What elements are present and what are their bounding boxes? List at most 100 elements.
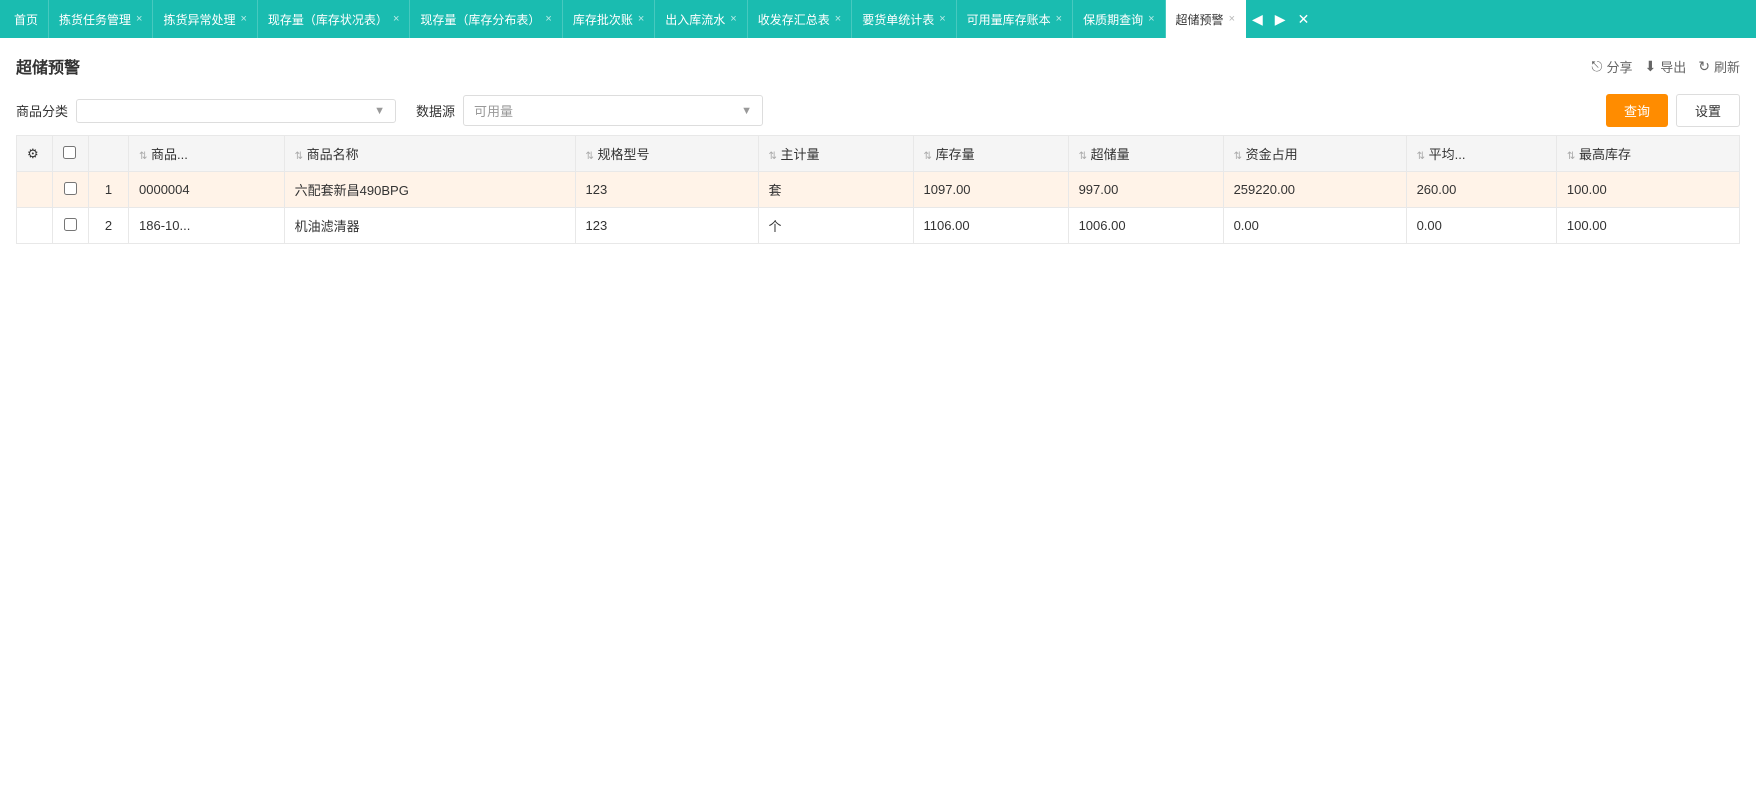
close-icon[interactable]: ×: [1056, 13, 1062, 25]
close-icon[interactable]: ×: [730, 13, 736, 25]
category-filter-item: 商品分类 ▼: [16, 99, 396, 123]
nav-tab-task-mgmt[interactable]: 拣货任务管理 ×: [49, 0, 153, 38]
row-product-name: 六配套新昌490BPG: [284, 172, 575, 208]
sort-icon: ⇅: [1079, 151, 1087, 162]
nav-tab-order-stats[interactable]: 要货单统计表 ×: [852, 0, 956, 38]
row-number: 2: [89, 208, 129, 244]
page-title: 超储预警: [16, 54, 80, 78]
close-icon[interactable]: ×: [240, 13, 246, 25]
row-stock: 1106.00: [913, 208, 1068, 244]
row-spec: 123: [575, 208, 758, 244]
table-header-capital[interactable]: ⇅ 资金占用: [1223, 136, 1406, 172]
datasource-label: 数据源: [416, 101, 455, 120]
row-max-stock: 100.00: [1556, 172, 1739, 208]
datasource-filter-item: 数据源 可用量 ▼: [416, 95, 763, 126]
table-header-gear[interactable]: ⚙: [17, 136, 53, 172]
row-checkbox-cell[interactable]: [53, 172, 89, 208]
header-actions: ⎋ 分享 ⬇ 导出 ↻ 刷新: [1591, 57, 1740, 76]
category-select[interactable]: ▼: [76, 99, 396, 123]
row-unit: 个: [758, 208, 913, 244]
close-icon[interactable]: ×: [939, 13, 945, 25]
sort-icon: ⇅: [1567, 151, 1575, 162]
nav-tab-batch-account[interactable]: 库存批次账 ×: [563, 0, 655, 38]
export-button[interactable]: ⬇ 导出: [1645, 57, 1687, 76]
export-icon: ⬇: [1645, 58, 1657, 75]
close-icon[interactable]: ×: [136, 13, 142, 25]
row-capital: 0.00: [1223, 208, 1406, 244]
table-row: 2 186-10... 机油滤清器 123 个 1106.00 1006.00 …: [17, 208, 1740, 244]
nav-tab-home[interactable]: 首页: [4, 0, 49, 38]
table-row: 1 0000004 六配套新昌490BPG 123 套 1097.00 997.…: [17, 172, 1740, 208]
nav-arrow-left[interactable]: ◀: [1246, 0, 1269, 38]
chevron-down-icon: ▼: [374, 105, 385, 117]
gear-icon: ⚙: [27, 146, 39, 161]
row-checkbox-cell[interactable]: [53, 208, 89, 244]
datasource-select-value: 可用量: [474, 101, 513, 120]
table-header-max-stock[interactable]: ⇅ 最高库存: [1556, 136, 1739, 172]
row-stock: 1097.00: [913, 172, 1068, 208]
row-checkbox[interactable]: [64, 182, 77, 195]
nav-tab-quality-check[interactable]: 保质期查询 ×: [1073, 0, 1165, 38]
table-header-overstock[interactable]: ⇅ 超储量: [1068, 136, 1223, 172]
filter-row: 商品分类 ▼ 数据源 可用量 ▼ 查询 设置: [16, 94, 1740, 127]
row-overstock: 1006.00: [1068, 208, 1223, 244]
page-header: 超储预警 ⎋ 分享 ⬇ 导出 ↻ 刷新: [16, 54, 1740, 78]
close-icon[interactable]: ×: [545, 13, 551, 25]
nav-arrow-right[interactable]: ▶: [1269, 0, 1292, 38]
close-icon[interactable]: ×: [1148, 13, 1154, 25]
row-max-stock: 100.00: [1556, 208, 1739, 244]
query-button[interactable]: 查询: [1606, 94, 1668, 127]
table-header-product-code[interactable]: ⇅ 商品...: [129, 136, 285, 172]
nav-tab-collect-summary[interactable]: 收发存汇总表 ×: [748, 0, 852, 38]
table-header-checkbox[interactable]: [53, 136, 89, 172]
close-icon[interactable]: ×: [393, 13, 399, 25]
category-label: 商品分类: [16, 101, 68, 120]
row-product-name: 机油滤清器: [284, 208, 575, 244]
sort-icon: ⇅: [295, 151, 303, 162]
row-gear-cell: [17, 172, 53, 208]
nav-tab-available-account[interactable]: 可用量库存账本 ×: [957, 0, 1073, 38]
row-avg: 0.00: [1406, 208, 1556, 244]
sort-icon: ⇅: [769, 151, 777, 162]
sort-icon: ⇅: [139, 151, 147, 162]
filter-buttons: 查询 设置: [1606, 94, 1740, 127]
table-header-stock[interactable]: ⇅ 库存量: [913, 136, 1068, 172]
top-navigation: 首页 拣货任务管理 × 拣货异常处理 × 现存量（库存状况表） × 现存量（库存…: [0, 0, 1756, 38]
table-header-avg[interactable]: ⇅ 平均...: [1406, 136, 1556, 172]
row-product-code: 0000004: [129, 172, 285, 208]
chevron-down-icon: ▼: [741, 105, 752, 117]
row-avg: 260.00: [1406, 172, 1556, 208]
row-number: 1: [89, 172, 129, 208]
sort-icon: ⇅: [1234, 151, 1242, 162]
nav-tab-inout-flow[interactable]: 出入库流水 ×: [655, 0, 747, 38]
nav-tab-abnormal-process[interactable]: 拣货异常处理 ×: [153, 0, 257, 38]
row-spec: 123: [575, 172, 758, 208]
page-content: 超储预警 ⎋ 分享 ⬇ 导出 ↻ 刷新 商品分类 ▼ 数据源: [0, 38, 1756, 800]
refresh-icon: ↻: [1698, 58, 1710, 75]
data-table: ⚙ ⇅ 商品... ⇅ 商品名称 ⇅ 规格型号: [16, 135, 1740, 244]
row-unit: 套: [758, 172, 913, 208]
nav-tab-overstock-warning[interactable]: 超储预警 ×: [1166, 0, 1246, 38]
row-checkbox[interactable]: [64, 218, 77, 231]
close-icon[interactable]: ×: [1229, 13, 1235, 25]
select-all-checkbox[interactable]: [63, 146, 76, 159]
datasource-select[interactable]: 可用量 ▼: [463, 95, 763, 126]
table-header-product-name[interactable]: ⇅ 商品名称: [284, 136, 575, 172]
nav-tab-stock-dist[interactable]: 现存量（库存分布表） ×: [410, 0, 562, 38]
nav-tab-stock-status[interactable]: 现存量（库存状况表） ×: [258, 0, 410, 38]
table-header-unit[interactable]: ⇅ 主计量: [758, 136, 913, 172]
row-capital: 259220.00: [1223, 172, 1406, 208]
sort-icon: ⇅: [924, 151, 932, 162]
share-button[interactable]: ⎋ 分享: [1591, 57, 1632, 76]
table-header-row: ⚙ ⇅ 商品... ⇅ 商品名称 ⇅ 规格型号: [17, 136, 1740, 172]
row-gear-cell: [17, 208, 53, 244]
settings-button[interactable]: 设置: [1676, 94, 1740, 127]
sort-icon: ⇅: [586, 151, 594, 162]
close-icon[interactable]: ×: [835, 13, 841, 25]
table-header-spec[interactable]: ⇅ 规格型号: [575, 136, 758, 172]
share-icon: ⎋: [1591, 58, 1602, 75]
refresh-button[interactable]: ↻ 刷新: [1698, 57, 1740, 76]
row-product-code: 186-10...: [129, 208, 285, 244]
nav-arrow-close-all[interactable]: ✕: [1292, 0, 1316, 38]
close-icon[interactable]: ×: [638, 13, 644, 25]
